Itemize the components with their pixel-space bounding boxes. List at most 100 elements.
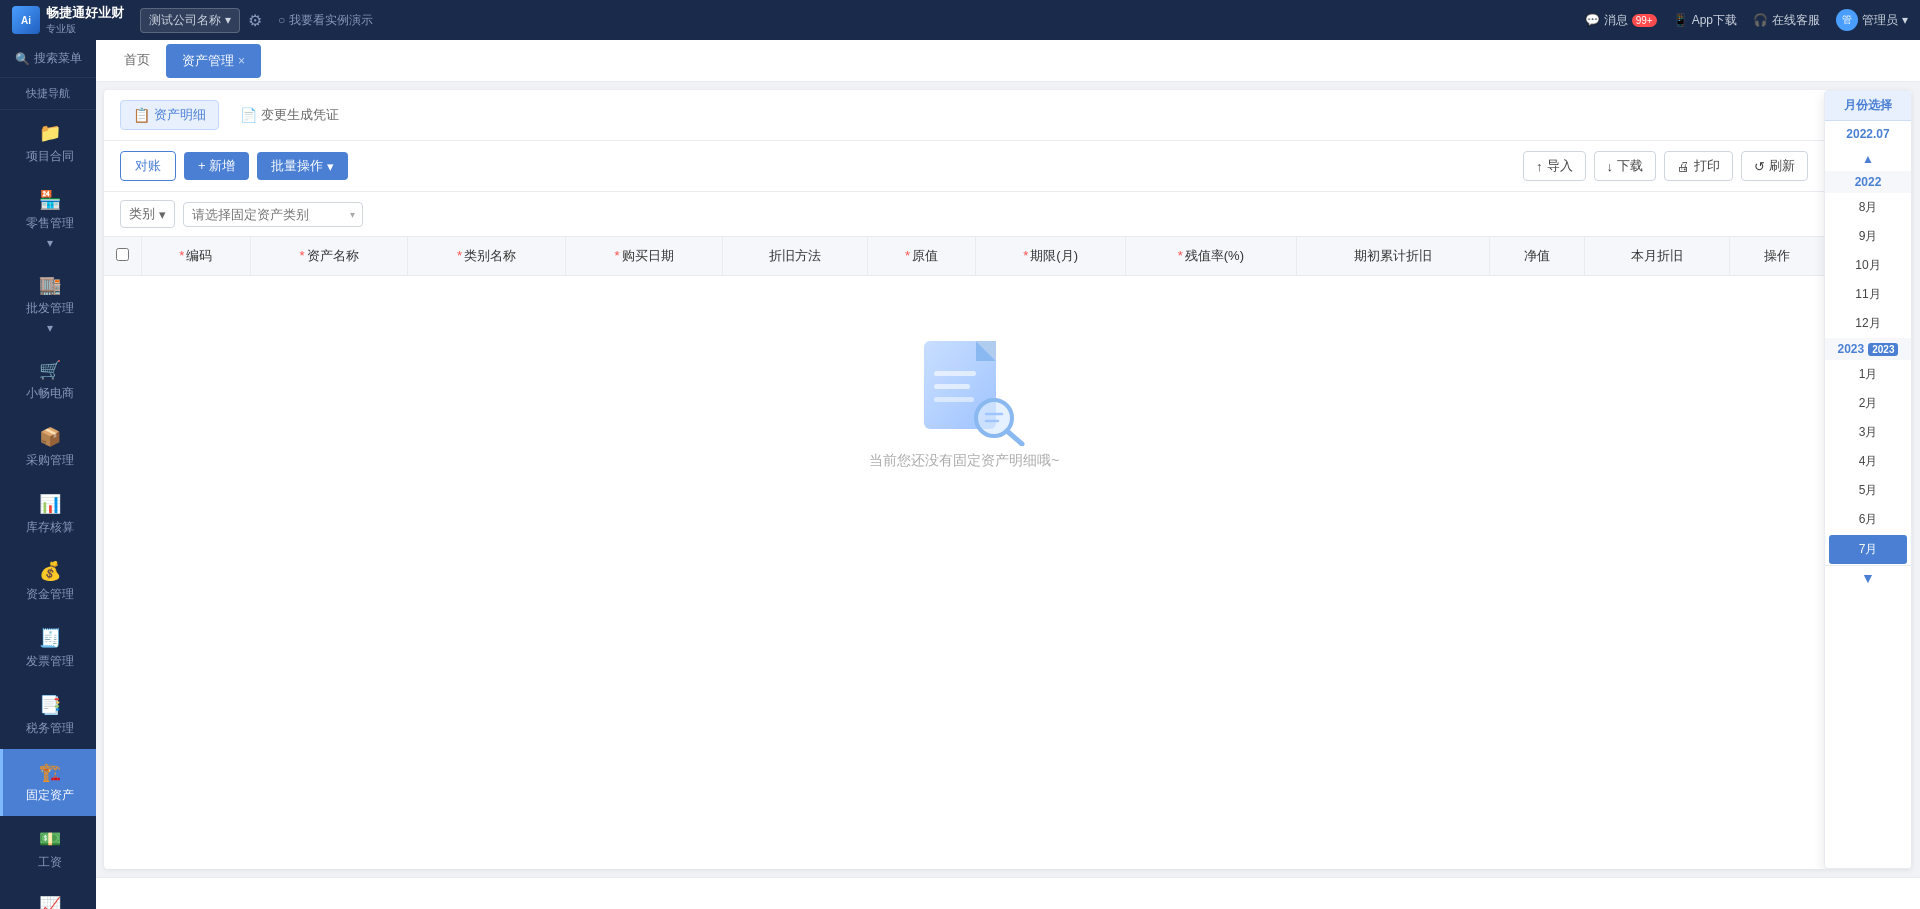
ecommerce-icon: 🛒 xyxy=(39,359,61,381)
svg-rect-4 xyxy=(934,384,970,389)
sidebar-item-inventory[interactable]: 📊 库存核算 xyxy=(0,481,96,548)
sidebar-item-retail-label: 零售管理 xyxy=(26,215,74,232)
inventory-icon: 📊 xyxy=(39,493,61,515)
col-accumulated: 期初累计折旧 xyxy=(1296,237,1489,276)
col-operation: 操作 xyxy=(1729,237,1824,276)
sidebar-item-finance-label: 资金管理 xyxy=(26,586,74,603)
category-type-selector[interactable]: 类别 ▾ xyxy=(120,200,175,228)
demo-link[interactable]: ○ 我要看实例演示 xyxy=(278,12,373,29)
month-item-2022-12[interactable]: 12月 xyxy=(1825,309,1911,338)
month-item-2023-6[interactable]: 6月 xyxy=(1825,505,1911,534)
app-label: App下载 xyxy=(1692,12,1737,29)
sidebar-item-retail[interactable]: 🏪 零售管理 ▾ xyxy=(0,177,96,262)
operation-icon: 📈 xyxy=(39,895,61,909)
avatar: 管 xyxy=(1836,9,1858,31)
month-item-2022-8[interactable]: 8月 xyxy=(1825,193,1911,222)
reconcile-button[interactable]: 对账 xyxy=(120,151,176,181)
message-button[interactable]: 💬 消息 99+ xyxy=(1585,12,1657,29)
table-header-row: *编码 *资产名称 *类别名称 *购买日期 折旧方法 *原值 *期限(月) *残… xyxy=(104,237,1824,276)
empty-illustration xyxy=(904,336,1024,436)
project-icon: 📁 xyxy=(39,122,61,144)
month-item-2023-2[interactable]: 2月 xyxy=(1825,389,1911,418)
print-button[interactable]: 🖨 打印 xyxy=(1664,151,1733,181)
category-input[interactable] xyxy=(183,202,363,227)
salary-icon: 💵 xyxy=(39,828,61,850)
main-layout: 🔍 搜索菜单 快捷导航 📁 项目合同 🏪 零售管理 ▾ 🏬 批发管理 ▾ 🛒 小… xyxy=(0,40,1920,909)
demo-text: 我要看实例演示 xyxy=(289,12,373,29)
category-type-label: 类别 xyxy=(129,205,155,223)
sidebar-item-salary[interactable]: 💵 工资 xyxy=(0,816,96,883)
sidebar-item-salary-label: 工资 xyxy=(38,854,62,871)
app-icon: 📱 xyxy=(1673,13,1688,27)
bottom-bar xyxy=(96,877,1920,909)
month-up-button[interactable]: ▲ xyxy=(1858,149,1878,169)
month-item-2023-4[interactable]: 4月 xyxy=(1825,447,1911,476)
top-bar: Ai 畅捷通好业财 专业版 测试公司名称 ▾ ⚙ ○ 我要看实例演示 💬 消息 … xyxy=(0,0,1920,40)
tab-close-button[interactable]: × xyxy=(238,54,245,68)
sidebar-item-wholesale[interactable]: 🏬 批发管理 ▾ xyxy=(0,262,96,347)
download-button[interactable]: ↓ 下载 xyxy=(1594,151,1657,181)
service-label: 在线客服 xyxy=(1772,12,1820,29)
logo-icon: Ai xyxy=(12,6,40,34)
sub-tab-asset-detail[interactable]: 📋 资产明细 xyxy=(120,100,219,130)
online-service-button[interactable]: 🎧 在线客服 xyxy=(1753,12,1820,29)
col-code: *编码 xyxy=(142,237,251,276)
sidebar-item-inventory-label: 库存核算 xyxy=(26,519,74,536)
shortcut-nav[interactable]: 快捷导航 xyxy=(0,78,96,110)
month-item-2023-1[interactable]: 1月 xyxy=(1825,360,1911,389)
retail-icon: 🏪 xyxy=(39,189,61,211)
svg-rect-3 xyxy=(934,371,976,376)
sub-tab-change-voucher[interactable]: 📄 变更生成凭证 xyxy=(227,100,352,130)
year-2022-label: 2022 xyxy=(1825,171,1911,193)
user-dropdown-icon: ▾ xyxy=(1902,13,1908,27)
add-button[interactable]: + 新增 xyxy=(184,152,249,180)
sidebar-item-invoice[interactable]: 🧾 发票管理 xyxy=(0,615,96,682)
company-selector[interactable]: 测试公司名称 ▾ xyxy=(140,8,240,33)
retail-arrow-icon: ▾ xyxy=(47,236,53,250)
user-menu[interactable]: 管 管理员 ▾ xyxy=(1836,9,1908,31)
sidebar-item-tax[interactable]: 📑 税务管理 xyxy=(0,682,96,749)
logo-text-group: 畅捷通好业财 专业版 xyxy=(46,4,124,36)
app-download-button[interactable]: 📱 App下载 xyxy=(1673,12,1737,29)
tab-home[interactable]: 首页 xyxy=(108,40,166,82)
sub-tab-bar: 📋 资产明细 📄 变更生成凭证 xyxy=(104,90,1824,141)
col-depreciation-method: 折旧方法 xyxy=(723,237,867,276)
month-panel: 月份选择 2022.07 ▲ 2022 8月 9月 10月 11月 12月 xyxy=(1824,90,1912,869)
month-item-2023-3[interactable]: 3月 xyxy=(1825,418,1911,447)
table-wrapper: *编码 *资产名称 *类别名称 *购买日期 折旧方法 *原值 *期限(月) *残… xyxy=(104,237,1824,869)
download-label: 下载 xyxy=(1617,157,1643,175)
refresh-button[interactable]: ↺ 刷新 xyxy=(1741,151,1808,181)
month-item-2023-7[interactable]: 7月 xyxy=(1829,535,1907,564)
month-panel-header: 月份选择 xyxy=(1825,91,1911,121)
settings-button[interactable]: ⚙ xyxy=(248,11,262,30)
svg-rect-5 xyxy=(934,397,974,402)
svg-line-7 xyxy=(1007,431,1022,444)
tab-asset-mgmt[interactable]: 资产管理 × xyxy=(166,44,261,78)
sidebar-item-ecommerce[interactable]: 🛒 小畅电商 xyxy=(0,347,96,414)
sidebar-item-project[interactable]: 📁 项目合同 xyxy=(0,110,96,177)
current-period-label: 2022.07 xyxy=(1842,123,1893,145)
import-button[interactable]: ↑ 导入 xyxy=(1523,151,1586,181)
fixed-assets-icon: 🏗️ xyxy=(39,761,61,783)
batch-button[interactable]: 批量操作 ▾ xyxy=(257,152,348,180)
sidebar: 🔍 搜索菜单 快捷导航 📁 项目合同 🏪 零售管理 ▾ 🏬 批发管理 ▾ 🛒 小… xyxy=(0,40,96,909)
wholesale-arrow-icon: ▾ xyxy=(47,321,53,335)
empty-svg xyxy=(904,336,1034,446)
app-name: 畅捷通好业财 xyxy=(46,4,124,22)
sidebar-item-operation[interactable]: 📈 经营管理 xyxy=(0,883,96,909)
month-item-2022-10[interactable]: 10月 xyxy=(1825,251,1911,280)
month-item-2022-9[interactable]: 9月 xyxy=(1825,222,1911,251)
select-all-checkbox[interactable] xyxy=(116,248,129,261)
sidebar-item-finance[interactable]: 💰 资金管理 xyxy=(0,548,96,615)
month-down-button[interactable]: ▼ xyxy=(1858,570,1878,586)
page-content: 📋 资产明细 📄 变更生成凭证 对账 + 新增 批量操作 ▾ xyxy=(104,90,1912,869)
main-panel: 📋 资产明细 📄 变更生成凭证 对账 + 新增 批量操作 ▾ xyxy=(104,90,1824,869)
message-label: 消息 xyxy=(1604,12,1628,29)
demo-icon: ○ xyxy=(278,13,285,27)
search-menu[interactable]: 🔍 搜索菜单 xyxy=(0,40,96,78)
sidebar-item-purchase[interactable]: 📦 采购管理 xyxy=(0,414,96,481)
sidebar-item-fixed-assets[interactable]: 🏗️ 固定资产 xyxy=(0,749,96,816)
month-item-2022-11[interactable]: 11月 xyxy=(1825,280,1911,309)
message-badge: 99+ xyxy=(1632,14,1657,27)
month-item-2023-5[interactable]: 5月 xyxy=(1825,476,1911,505)
